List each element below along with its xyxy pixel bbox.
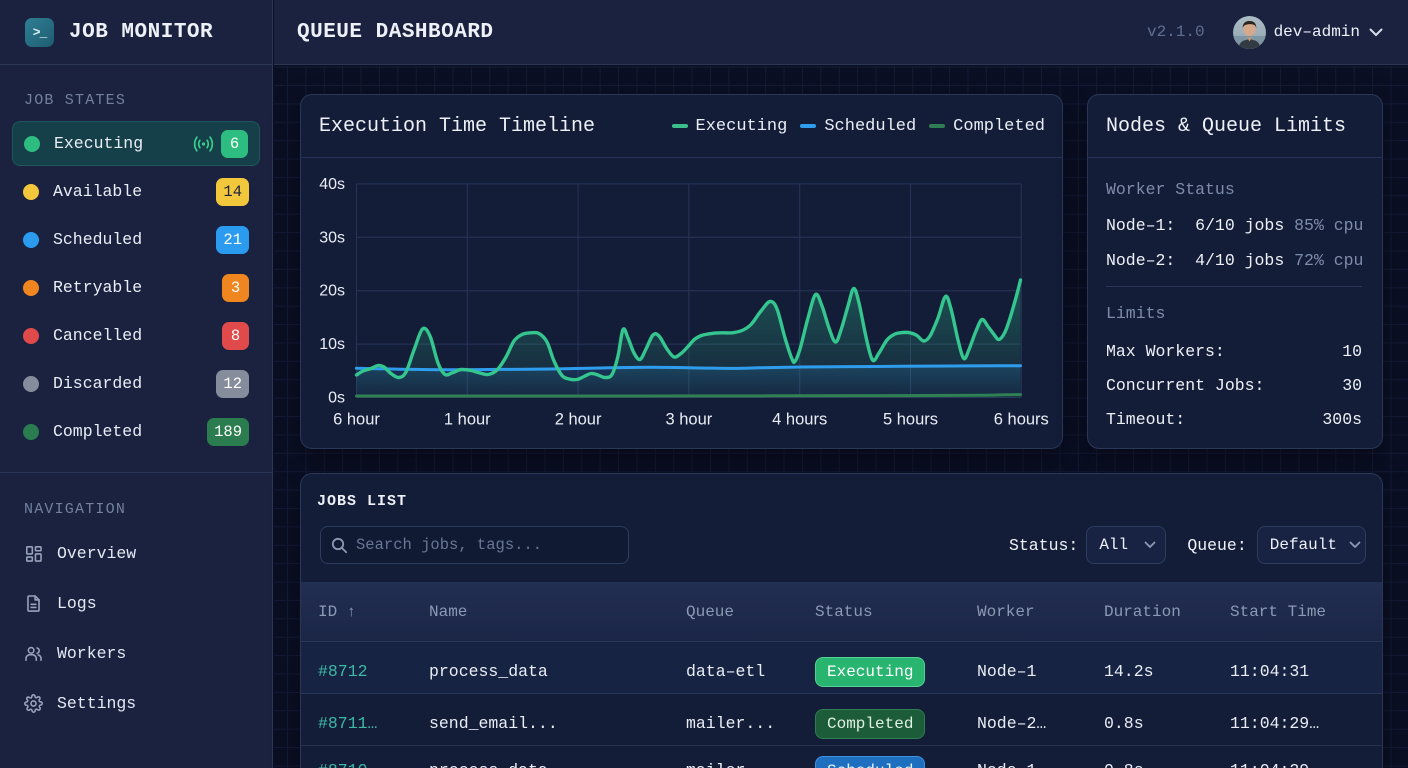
svg-text:10s: 10s [319,336,345,353]
svg-text:0s: 0s [328,390,345,407]
svg-text:4 hours: 4 hours [772,411,827,429]
svg-text:5 hours: 5 hours [883,411,938,429]
svg-text:1 hour: 1 hour [444,411,491,429]
svg-text:20s: 20s [319,283,345,300]
svg-text:40s: 40s [319,176,345,193]
svg-text:2 hour: 2 hour [555,411,602,429]
svg-text:6 hours: 6 hours [994,411,1049,429]
svg-text:3 hour: 3 hour [666,411,713,429]
svg-text:30s: 30s [319,229,345,246]
svg-text:6 hour: 6 hour [333,411,380,429]
